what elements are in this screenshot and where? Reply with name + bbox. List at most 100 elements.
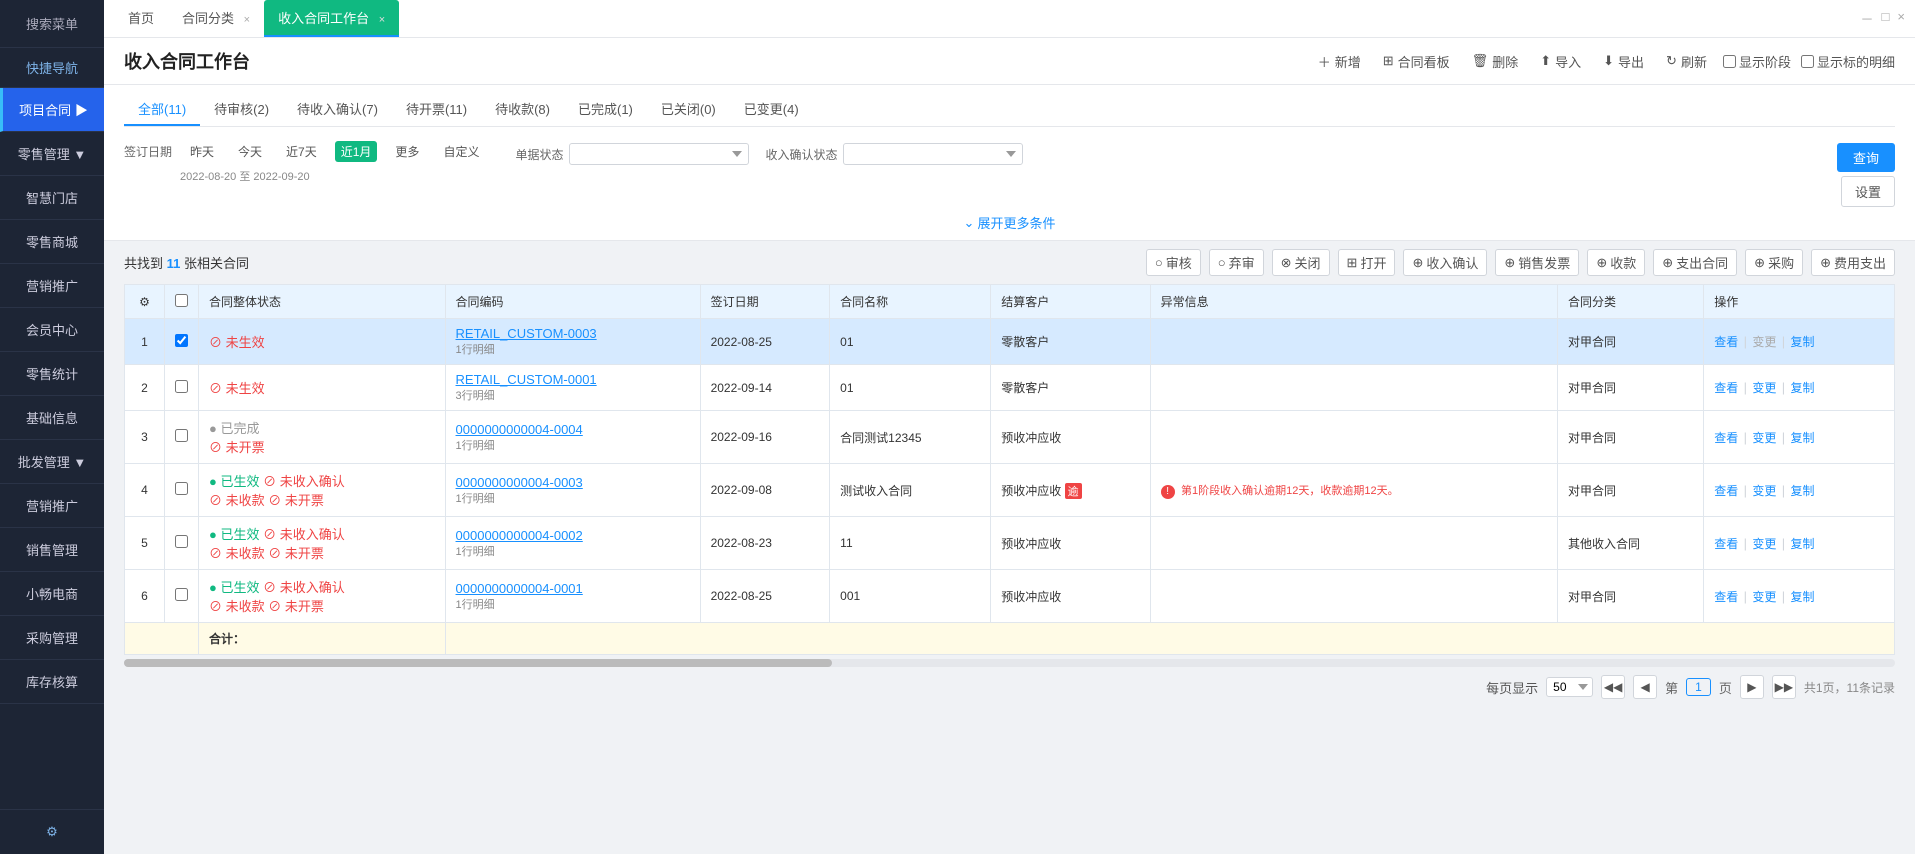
sidebar-item-retail-mall[interactable]: 零售商城 — [0, 220, 104, 264]
view-link[interactable]: 查看 — [1714, 484, 1738, 498]
date-option-7days[interactable]: 近7天 — [280, 141, 323, 162]
copy-link[interactable]: 复制 — [1790, 335, 1814, 349]
view-link[interactable]: 查看 — [1714, 537, 1738, 551]
copy-link[interactable]: 复制 — [1790, 381, 1814, 395]
copy-link[interactable]: 复制 — [1790, 537, 1814, 551]
select-all-checkbox[interactable] — [175, 294, 188, 307]
status-tab-pending-receipt[interactable]: 待收款(8) — [481, 93, 564, 126]
expense-contract-btn[interactable]: ⊕ 支出合同 — [1653, 249, 1737, 276]
sidebar-search[interactable]: 搜索菜单 — [0, 0, 104, 48]
sidebar-item-member[interactable]: 会员中心 — [0, 308, 104, 352]
income-confirm-select[interactable] — [843, 143, 1023, 165]
date-option-1month[interactable]: 近1月 — [335, 141, 378, 162]
show-stage-checkbox-label[interactable]: 显示阶段 — [1723, 52, 1791, 71]
next-page-btn[interactable]: ▶ — [1740, 675, 1764, 699]
delete-button[interactable]: 🗑 删除 — [1466, 49, 1525, 74]
date-option-yesterday[interactable]: 昨天 — [184, 141, 220, 162]
query-button[interactable]: 查询 — [1837, 143, 1895, 172]
sales-invoice-btn[interactable]: ⊕ 销售发票 — [1495, 249, 1579, 276]
new-button[interactable]: ＋ 新增 — [1312, 49, 1367, 74]
refresh-button[interactable]: ↻ 刷新 — [1660, 49, 1713, 74]
contract-code-link[interactable]: 0000000000004-0004 — [456, 422, 583, 437]
status-tab-closed[interactable]: 已关闭(0) — [647, 93, 730, 126]
tab-income-workbench[interactable]: 收入合同工作台 × — [264, 0, 399, 37]
minimize-btn[interactable]: － — [1861, 9, 1874, 28]
export-button[interactable]: ⬇ 导出 — [1597, 49, 1650, 74]
prev-page-btn[interactable]: ◀ — [1633, 675, 1657, 699]
expense-out-btn[interactable]: ⊕ 费用支出 — [1811, 249, 1895, 276]
change-link[interactable]: 变更 — [1752, 484, 1776, 498]
date-option-more[interactable]: 更多 — [389, 141, 425, 162]
status-tab-pending-invoice[interactable]: 待开票(11) — [392, 93, 481, 126]
copy-link[interactable]: 复制 — [1790, 590, 1814, 604]
contract-view-button[interactable]: ⊞ 合同看板 — [1377, 49, 1456, 74]
tab-home[interactable]: 首页 — [114, 0, 168, 37]
date-option-custom[interactable]: 自定义 — [437, 141, 485, 162]
sidebar-item-project[interactable]: 项目合同 ▶ — [0, 88, 104, 132]
doc-status-select[interactable] — [569, 143, 749, 165]
show-detail-checkbox-label[interactable]: 显示标的明细 — [1801, 52, 1895, 71]
row-checkbox[interactable] — [175, 380, 188, 393]
show-stage-checkbox[interactable] — [1723, 55, 1736, 68]
sidebar-item-marketing2[interactable]: 营销推广 — [0, 484, 104, 528]
col-settings[interactable]: ⚙ — [125, 285, 165, 319]
show-detail-checkbox[interactable] — [1801, 55, 1814, 68]
sidebar-item-smart-store[interactable]: 智慧门店 — [0, 176, 104, 220]
horizontal-scrollbar[interactable] — [124, 659, 832, 667]
change-link[interactable]: 变更 — [1752, 381, 1776, 395]
view-link[interactable]: 查看 — [1714, 431, 1738, 445]
copy-link[interactable]: 复制 — [1790, 431, 1814, 445]
change-link[interactable]: 变更 — [1752, 590, 1776, 604]
contract-code-link[interactable]: 0000000000004-0002 — [456, 528, 583, 543]
contract-code-link[interactable]: RETAIL_CUSTOM-0001 — [456, 372, 597, 387]
sidebar-item-basic-info[interactable]: 基础信息 — [0, 396, 104, 440]
row-checkbox[interactable] — [175, 429, 188, 442]
contract-code-link[interactable]: 0000000000004-0003 — [456, 475, 583, 490]
sidebar-settings[interactable]: ⚙ — [0, 809, 104, 854]
sidebar-item-inventory[interactable]: 库存核算 — [0, 660, 104, 704]
maximize-btn[interactable]: □ — [1882, 9, 1890, 28]
status-tab-all[interactable]: 全部(11) — [124, 93, 200, 126]
change-link[interactable]: 变更 — [1752, 537, 1776, 551]
close-icon[interactable]: × — [379, 14, 385, 26]
sidebar-item-retail-mgmt[interactable]: 零售管理 ▼ — [0, 132, 104, 176]
view-link[interactable]: 查看 — [1714, 590, 1738, 604]
sidebar-item-marketing[interactable]: 营销推广 — [0, 264, 104, 308]
status-tab-pending-review[interactable]: 待审核(2) — [200, 93, 283, 126]
close-icon[interactable]: × — [244, 14, 250, 26]
status-tab-completed[interactable]: 已完成(1) — [564, 93, 647, 126]
contract-code-link[interactable]: RETAIL_CUSTOM-0003 — [456, 326, 597, 341]
review-action-btn[interactable]: ○ 审核 — [1146, 249, 1201, 276]
sidebar-item-wholesale-mgmt[interactable]: 批发管理 ▼ — [0, 440, 104, 484]
row-checkbox[interactable] — [175, 588, 188, 601]
change-link[interactable]: 变更 — [1752, 431, 1776, 445]
receipt-btn[interactable]: ⊕ 收款 — [1587, 249, 1645, 276]
last-page-btn[interactable]: ▶▶ — [1772, 675, 1796, 699]
sidebar-item-sales-mgmt[interactable]: 销售管理 — [0, 528, 104, 572]
print-btn[interactable]: ⊞ 打开 — [1338, 249, 1396, 276]
close-contract-btn[interactable]: ⊗ 关闭 — [1272, 249, 1330, 276]
contract-code-link[interactable]: 0000000000004-0001 — [456, 581, 583, 596]
set-button[interactable]: 设置 — [1841, 176, 1895, 207]
row-checkbox[interactable] — [175, 482, 188, 495]
sidebar-item-retail-stats[interactable]: 零售统计 — [0, 352, 104, 396]
sidebar-item-purchase-mgmt[interactable]: 采购管理 — [0, 616, 104, 660]
date-option-today[interactable]: 今天 — [232, 141, 268, 162]
view-link[interactable]: 查看 — [1714, 381, 1738, 395]
copy-link[interactable]: 复制 — [1790, 484, 1814, 498]
status-tab-pending-income-confirm[interactable]: 待收入确认(7) — [283, 93, 392, 126]
expand-conditions-btn[interactable]: ⌄ 展开更多条件 — [964, 213, 1056, 232]
sidebar-item-xiaochange[interactable]: 小畅电商 — [0, 572, 104, 616]
first-page-btn[interactable]: ◀◀ — [1601, 675, 1625, 699]
status-tab-changed[interactable]: 已变更(4) — [730, 93, 813, 126]
purchase-btn[interactable]: ⊕ 采购 — [1745, 249, 1803, 276]
per-page-select[interactable]: 50 20 100 — [1546, 677, 1593, 697]
view-link[interactable]: 查看 — [1714, 335, 1738, 349]
close-btn[interactable]: × — [1897, 9, 1905, 28]
import-button[interactable]: ⬆ 导入 — [1534, 49, 1587, 74]
income-confirm-btn[interactable]: ⊕ 收入确认 — [1403, 249, 1487, 276]
abandon-review-btn[interactable]: ○ 弃审 — [1209, 249, 1264, 276]
tab-contract-category[interactable]: 合同分类 × — [168, 0, 264, 37]
row-checkbox[interactable] — [175, 334, 188, 347]
row-checkbox[interactable] — [175, 535, 188, 548]
